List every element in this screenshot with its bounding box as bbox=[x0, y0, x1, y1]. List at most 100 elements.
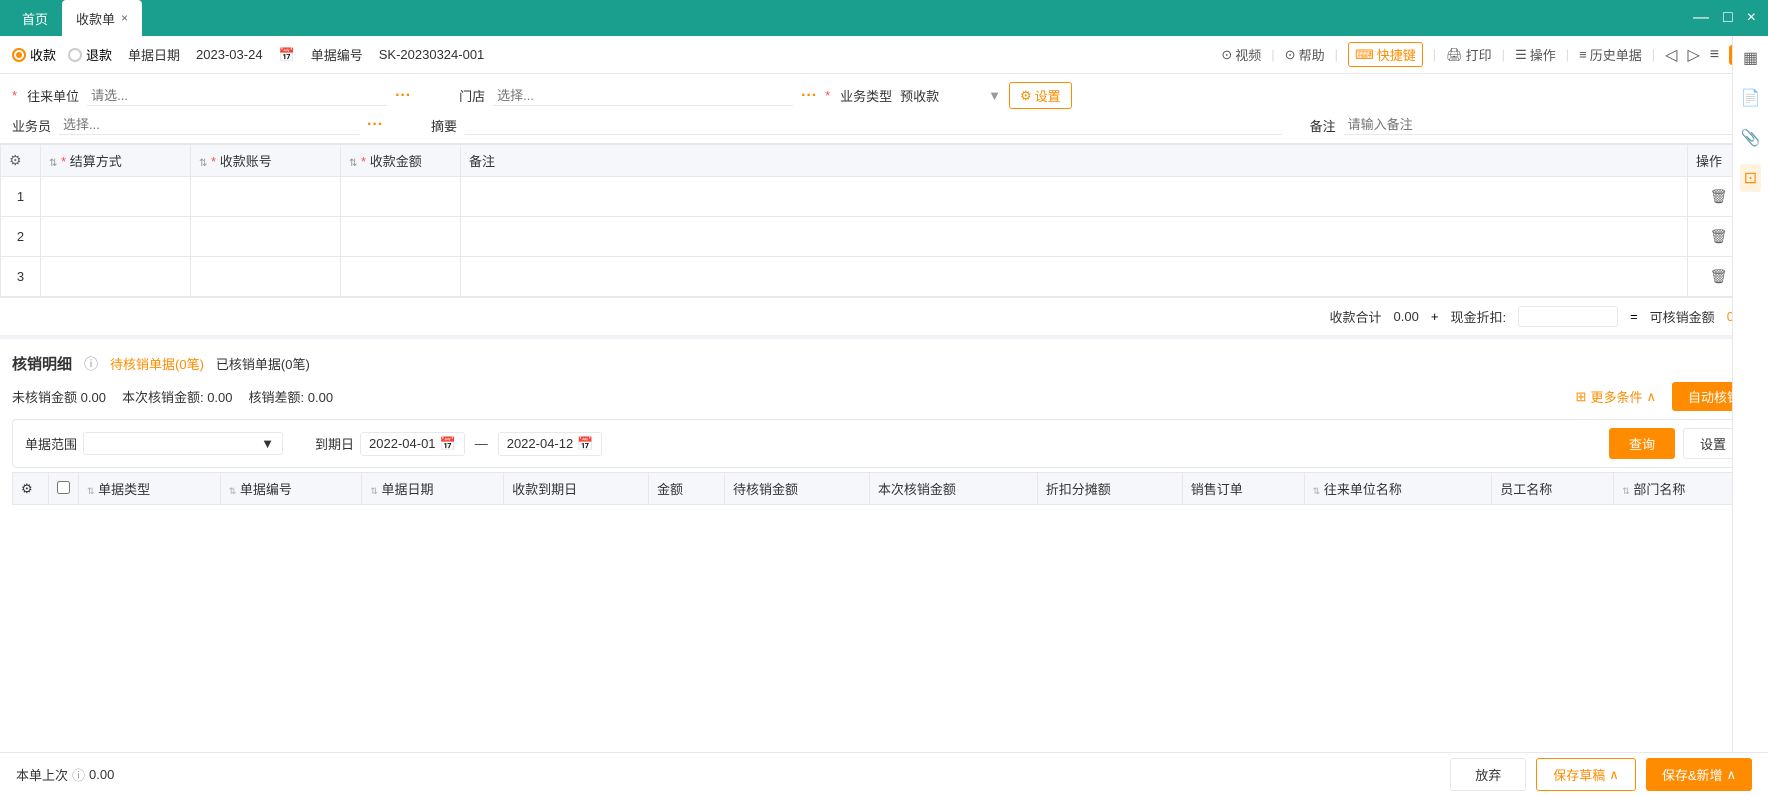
radio-refund-circle bbox=[68, 48, 82, 62]
table-gear-icon[interactable]: ⚙ bbox=[9, 152, 22, 168]
date-dash: — bbox=[471, 436, 492, 451]
row-account[interactable] bbox=[191, 217, 341, 257]
tab-bar: 首页 收款单 × — □ × bbox=[0, 0, 1768, 36]
calendar-icon[interactable]: 📅 bbox=[279, 47, 295, 63]
required-star-settle: * bbox=[61, 154, 66, 169]
pending-tab[interactable]: 待核销单据(0笔) bbox=[110, 354, 204, 373]
window-max-icon[interactable]: □ bbox=[1719, 7, 1737, 29]
calendar-start-icon[interactable]: 📅 bbox=[440, 436, 456, 452]
print-icon: 🖨 bbox=[1446, 47, 1463, 63]
tab-receipt[interactable]: 收款单 × bbox=[62, 0, 142, 36]
save-new-button[interactable]: 保存&新增 ∧ bbox=[1646, 758, 1752, 791]
row-remark[interactable] bbox=[461, 177, 1688, 217]
date-start-value: 2022-04-01 bbox=[369, 436, 436, 451]
bt-current-amount: 本次核销金额 bbox=[869, 473, 1037, 505]
info-icon[interactable]: ⓘ bbox=[72, 765, 85, 784]
th-account: ⇅ * 收款账号 bbox=[191, 145, 341, 177]
radio-receipt[interactable]: 收款 bbox=[12, 45, 56, 64]
filter-icon: ⊞ bbox=[1576, 389, 1587, 405]
save-draft-arrow-icon[interactable]: ∧ bbox=[1609, 767, 1619, 783]
window-close-icon[interactable]: × bbox=[1743, 7, 1760, 29]
staff-more-icon[interactable]: ··· bbox=[367, 116, 383, 134]
list-icon[interactable]: ≡ bbox=[1710, 46, 1719, 64]
row-amount[interactable] bbox=[341, 177, 461, 217]
row-remark[interactable] bbox=[461, 257, 1688, 297]
date-start-input[interactable]: 2022-04-01 📅 bbox=[360, 432, 465, 456]
counterpart-input[interactable] bbox=[87, 86, 387, 106]
date-end-input[interactable]: 2022-04-12 📅 bbox=[498, 432, 603, 456]
save-draft-button[interactable]: 保存草稿 ∧ bbox=[1536, 758, 1636, 791]
btype-dropdown-icon[interactable]: ▼ bbox=[988, 88, 1001, 103]
counterpart-more-icon[interactable]: ··· bbox=[395, 87, 411, 105]
remark-label: 备注 bbox=[1310, 116, 1336, 135]
row-account[interactable] bbox=[191, 257, 341, 297]
tool-shortcut[interactable]: ⌨ 快捷键 bbox=[1348, 42, 1423, 67]
more-conditions-btn[interactable]: ⊞ 更多条件 ∧ bbox=[1576, 387, 1656, 406]
filter-row: 单据范围 ▼ 到期日 2022-04-01 📅 — 2022-04-12 📅 bbox=[12, 419, 1756, 468]
row-remark[interactable] bbox=[461, 217, 1688, 257]
tool-help[interactable]: ⊙ 帮助 bbox=[1285, 45, 1325, 64]
save-new-label: 保存&新增 bbox=[1662, 765, 1723, 784]
bt-counterpart-label: 往来单位名称 bbox=[1324, 482, 1402, 497]
tool-history[interactable]: ≡ 历史单据 bbox=[1579, 45, 1642, 64]
store-more-icon[interactable]: ··· bbox=[801, 87, 817, 105]
remark-input[interactable] bbox=[1344, 115, 1756, 135]
table-row: 2 🗑 ⊕ bbox=[1, 217, 1768, 257]
verify-info-icon[interactable]: ⓘ bbox=[84, 354, 98, 374]
bt-discount-label: 折扣分摊额 bbox=[1046, 482, 1111, 497]
row-amount[interactable] bbox=[341, 257, 461, 297]
range-select[interactable]: ▼ bbox=[83, 432, 283, 455]
row-amount[interactable] bbox=[341, 217, 461, 257]
btype-value: 预收款 bbox=[900, 86, 980, 105]
staff-label: 业务员 bbox=[12, 116, 51, 135]
video-label: 视频 bbox=[1235, 45, 1261, 64]
save-new-arrow-icon[interactable]: ∧ bbox=[1726, 767, 1736, 783]
tool-video[interactable]: ⊙ 视频 bbox=[1221, 45, 1261, 64]
bt-doc-type-label: 单据类型 bbox=[98, 482, 150, 497]
bt-doc-type: ⇅ 单据类型 bbox=[79, 473, 221, 505]
date-value[interactable]: 2023-03-24 bbox=[196, 47, 263, 62]
col-remark-label: 备注 bbox=[469, 154, 495, 169]
tool-print[interactable]: 🖨 打印 bbox=[1446, 45, 1492, 64]
calendar-end-icon[interactable]: 📅 bbox=[577, 436, 593, 452]
bt-checkbox-col[interactable] bbox=[49, 473, 79, 505]
bt-due-date: 收款到期日 bbox=[504, 473, 649, 505]
left-arrow-icon[interactable]: ◁ bbox=[1665, 45, 1677, 65]
select-all-checkbox[interactable] bbox=[57, 481, 70, 494]
tool-operation[interactable]: ☰ 操作 bbox=[1515, 45, 1556, 64]
sidebar-doc-icon[interactable]: 📄 bbox=[1737, 84, 1765, 112]
bt-gear-col[interactable]: ⚙ bbox=[13, 473, 49, 505]
table-row: 3 🗑 ⊕ bbox=[1, 257, 1768, 297]
verify-table: ⚙ ⇅ 单据类型 ⇅ 单据编号 ⇅ 单据日期 bbox=[12, 472, 1756, 505]
row-settle[interactable] bbox=[41, 217, 191, 257]
th-gear[interactable]: ⚙ bbox=[1, 145, 41, 177]
row-delete-icon[interactable]: 🗑 bbox=[1710, 268, 1728, 285]
right-arrow-icon[interactable]: ▷ bbox=[1687, 45, 1699, 65]
sidebar-table-icon[interactable]: ▦ bbox=[1739, 44, 1762, 72]
staff-input[interactable] bbox=[59, 115, 359, 135]
unchecked-stat: 未核销金额 0.00 bbox=[12, 387, 106, 406]
row-settle[interactable] bbox=[41, 177, 191, 217]
abandon-button[interactable]: 放弃 bbox=[1450, 758, 1526, 791]
tab-home[interactable]: 首页 bbox=[8, 0, 62, 36]
row-settle[interactable] bbox=[41, 257, 191, 297]
sidebar-attach-icon[interactable]: 📎 bbox=[1737, 124, 1765, 152]
query-button[interactable]: 查询 bbox=[1609, 428, 1675, 459]
radio-refund[interactable]: 退款 bbox=[68, 45, 112, 64]
required-star-btype: * bbox=[825, 88, 830, 103]
row-delete-icon[interactable]: 🗑 bbox=[1710, 228, 1728, 245]
section-divider bbox=[0, 335, 1768, 339]
window-min-icon[interactable]: — bbox=[1689, 7, 1713, 29]
summary-input[interactable] bbox=[465, 115, 1282, 135]
bt-due-date-label: 收款到期日 bbox=[512, 482, 577, 497]
settings-button[interactable]: ⚙ 设置 bbox=[1009, 82, 1072, 109]
done-tab[interactable]: 已核销单据(0笔) bbox=[216, 354, 310, 373]
sidebar-expand-icon[interactable]: ⊡ bbox=[1740, 164, 1761, 192]
row-account[interactable] bbox=[191, 177, 341, 217]
row-delete-icon[interactable]: 🗑 bbox=[1710, 188, 1728, 205]
discount-input[interactable] bbox=[1518, 306, 1618, 327]
store-input[interactable] bbox=[493, 86, 793, 106]
tab-close-icon[interactable]: × bbox=[121, 11, 128, 25]
bt-staff-label: 员工名称 bbox=[1500, 482, 1552, 497]
bottom-actions: 放弃 保存草稿 ∧ 保存&新增 ∧ bbox=[1450, 758, 1752, 791]
